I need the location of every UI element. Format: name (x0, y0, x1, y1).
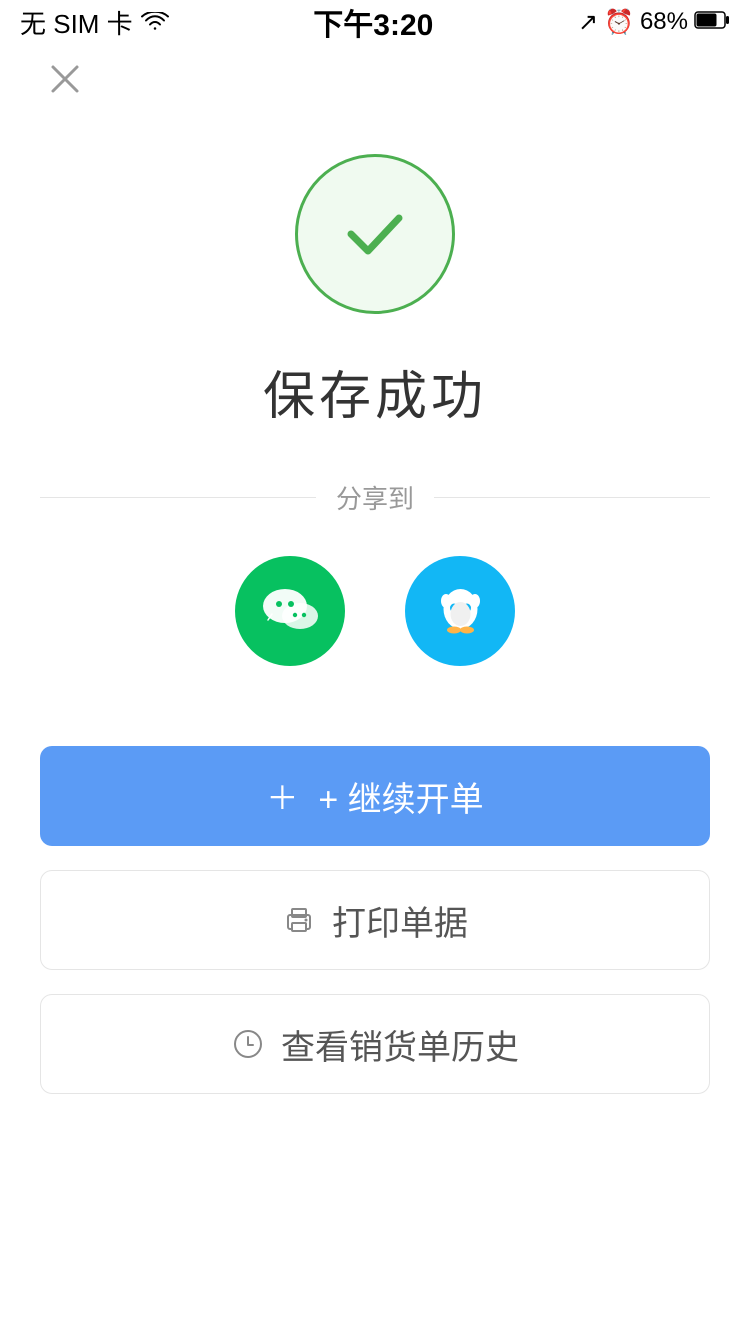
plus-icon: ＋ (266, 773, 298, 819)
status-left: 无 SIM 卡 (20, 4, 169, 41)
battery-icon (694, 8, 730, 36)
wechat-share-button[interactable] (235, 556, 345, 666)
print-receipt-button[interactable]: 打印单据 (40, 870, 710, 970)
history-icon (231, 1027, 265, 1061)
location-icon: ↗ (578, 8, 598, 37)
main-content: 保存成功 分享到 (0, 44, 750, 1094)
success-title: 保存成功 (263, 354, 487, 429)
share-icons-container (40, 556, 710, 666)
printer-icon (282, 903, 316, 937)
alarm-icon: ⏰ (604, 8, 634, 37)
action-buttons: ＋ + 继续开单 打印单据 查看销货单历 (0, 746, 750, 1094)
battery-percent: 68% (640, 8, 688, 36)
view-history-label: 查看销货单历史 (281, 1020, 519, 1069)
checkmark-icon (335, 194, 415, 274)
close-button[interactable] (40, 54, 90, 104)
share-label: 分享到 (336, 479, 414, 516)
qq-share-button[interactable] (405, 556, 515, 666)
print-receipt-label: 打印单据 (332, 896, 468, 945)
status-bar: 无 SIM 卡 下午3:20 ↗ ⏰ 68% (0, 0, 750, 44)
no-sim-text: 无 SIM 卡 (20, 4, 133, 41)
continue-order-button[interactable]: ＋ + 继续开单 (40, 746, 710, 846)
divider-left (40, 497, 316, 498)
status-right: ↗ ⏰ 68% (578, 8, 730, 37)
view-history-button[interactable]: 查看销货单历史 (40, 994, 710, 1094)
success-icon-container (295, 154, 455, 314)
divider-right (434, 497, 710, 498)
share-divider: 分享到 (40, 479, 710, 516)
status-time: 下午3:20 (313, 0, 433, 44)
share-section: 分享到 (0, 479, 750, 686)
wifi-icon (141, 12, 169, 32)
continue-order-label: + 继续开单 (318, 772, 483, 821)
